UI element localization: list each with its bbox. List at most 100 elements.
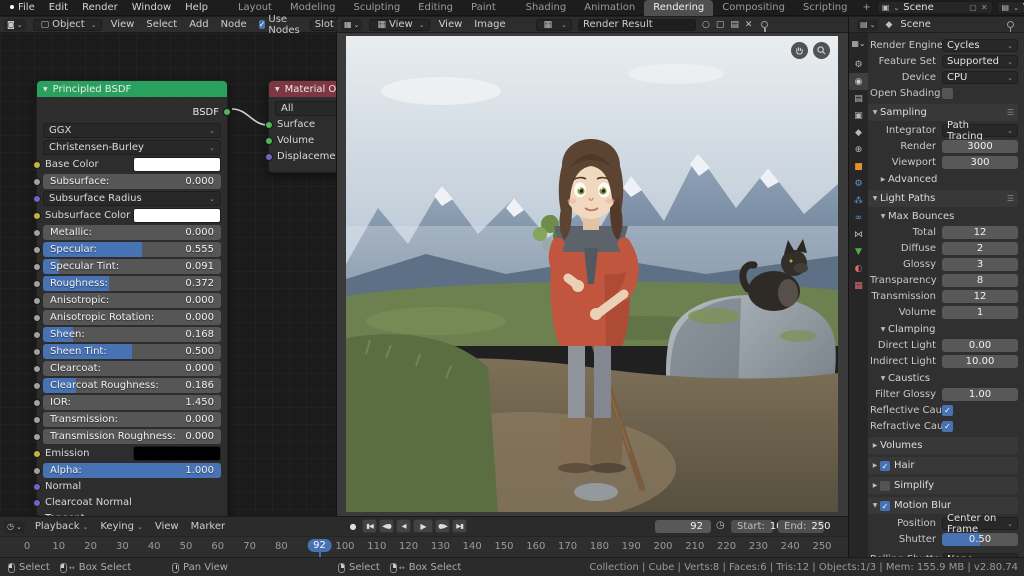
param-slider[interactable]: Clearcoat:0.000 xyxy=(43,361,221,376)
node-param-subsurface-color[interactable]: Subsurface Color xyxy=(43,208,221,223)
workspace-tab-scripting[interactable]: Scripting xyxy=(794,0,856,16)
properties-tab-physics[interactable]: ∞ xyxy=(849,209,868,226)
node-param-metallic[interactable]: Metallic:0.000 xyxy=(43,225,221,240)
scene-selector[interactable]: ▣ ⌄ Scene ▢ ✕ xyxy=(877,1,993,14)
param-slider[interactable]: Transmission:0.000 xyxy=(43,412,221,427)
menu-marker[interactable]: Marker xyxy=(185,521,232,532)
properties-tab-object-data[interactable]: ▼ xyxy=(849,243,868,260)
input-socket[interactable] xyxy=(33,195,41,203)
input-socket[interactable] xyxy=(33,212,41,220)
zoom-button[interactable] xyxy=(813,42,830,59)
properties-tab-tool[interactable]: ⚙ xyxy=(849,56,868,73)
checkbox-reflective-caustics[interactable]: ✓ xyxy=(942,405,953,416)
param-dropdown[interactable]: Subsurface Radius⌄ xyxy=(43,191,221,206)
next-keyframe-button[interactable]: ●▶ xyxy=(435,519,450,533)
properties-editor-type-button[interactable]: ▦⌄ xyxy=(849,35,868,52)
node-param-clearcoat-normal[interactable]: Clearcoat Normal xyxy=(43,496,221,509)
properties-tab-particles[interactable]: ⁂ xyxy=(849,192,868,209)
param-slider[interactable]: Sheen Tint:0.500 xyxy=(43,344,221,359)
input-socket[interactable] xyxy=(33,382,41,390)
node-param-ggx[interactable]: GGX⌄ xyxy=(43,123,221,138)
panel-light-paths[interactable]: ▼Light Paths☰ xyxy=(868,190,1018,207)
panel-volumes[interactable]: ▶Volumes xyxy=(868,437,1018,454)
checkbox-motion-blur[interactable]: ✓ xyxy=(880,501,890,511)
panel-simplify[interactable]: ▶Simplify xyxy=(868,477,1018,494)
new-scene-icon[interactable]: ▢ xyxy=(967,3,979,12)
node-param-specular[interactable]: Specular:0.555 xyxy=(43,242,221,257)
menu-playback[interactable]: Playback⌄ xyxy=(29,521,95,532)
node-param-anisotropic[interactable]: Anisotropic:0.000 xyxy=(43,293,221,308)
menu-help[interactable]: Help xyxy=(178,2,215,13)
input-socket[interactable] xyxy=(33,297,41,305)
node-param-clearcoat[interactable]: Clearcoat:0.000 xyxy=(43,361,221,376)
node-param-transmission[interactable]: Transmission:0.000 xyxy=(43,412,221,427)
editor-type-button[interactable]: ▦ ⌄ xyxy=(341,19,362,31)
workspace-tab-compositing[interactable]: Compositing xyxy=(713,0,794,16)
frame-end-field[interactable]: End: 250 xyxy=(778,520,824,533)
properties-tab-render[interactable]: ◉ xyxy=(849,73,868,90)
properties-tab-scene[interactable]: ◆ xyxy=(849,124,868,141)
panel-hair[interactable]: ▶✓Hair xyxy=(868,457,1018,474)
input-socket[interactable] xyxy=(33,499,41,507)
properties-tab-object[interactable]: ■ xyxy=(849,158,868,175)
record-button[interactable]: ● xyxy=(345,519,360,533)
properties-tab-texture[interactable]: ▦ xyxy=(849,277,868,294)
param-slider[interactable]: Roughness:0.372 xyxy=(43,276,221,291)
add-workspace-button[interactable]: + xyxy=(856,0,876,15)
collapse-triangle-icon[interactable]: ▼ xyxy=(275,86,280,93)
workspace-tab-shading[interactable]: Shading xyxy=(517,0,576,16)
properties-tab-view-layer[interactable]: ▣ xyxy=(849,107,868,124)
input-socket[interactable] xyxy=(33,246,41,254)
param-slider[interactable]: Alpha:1.000 xyxy=(43,463,221,478)
input-socket[interactable] xyxy=(33,348,41,356)
properties-tab-material[interactable]: ◐ xyxy=(849,260,868,277)
jump-to-start-button[interactable]: ▮◀ xyxy=(362,519,377,533)
view-layer-selector[interactable]: ▤ ⌄ View Layer ▢ ✕ xyxy=(997,1,1024,14)
panel-clamping[interactable]: ▼Clamping xyxy=(878,322,1018,337)
new-image-icon[interactable]: ▢ xyxy=(713,20,728,30)
node-param-ior[interactable]: IOR:1.450 xyxy=(43,395,221,410)
prop-field[interactable]: 3000 xyxy=(942,140,1018,153)
menu-window[interactable]: Window xyxy=(125,2,178,13)
prop-field[interactable]: 1.00 xyxy=(942,388,1018,401)
node-param-roughness[interactable]: Roughness:0.372 xyxy=(43,276,221,291)
menu-select[interactable]: Select xyxy=(140,19,183,30)
checkbox-open-shading-language[interactable] xyxy=(942,88,953,99)
menu-edit[interactable]: Edit xyxy=(42,2,75,13)
menu-image[interactable]: Image xyxy=(468,19,511,30)
clock-icon[interactable]: ◷ xyxy=(716,520,725,531)
output-input-surface[interactable]: Surface xyxy=(275,118,337,131)
input-socket[interactable] xyxy=(33,178,41,186)
node-header[interactable]: ▼ Material Output xyxy=(269,81,337,97)
workspace-tab-uv-editing[interactable]: UV Editing xyxy=(409,0,462,16)
param-slider[interactable]: Subsurface:0.000 xyxy=(43,174,221,189)
prop-field[interactable]: 10.00 xyxy=(942,355,1018,368)
param-slider[interactable]: Specular:0.555 xyxy=(43,242,221,257)
pin-icon[interactable] xyxy=(1007,21,1014,28)
input-socket[interactable] xyxy=(265,121,273,129)
image-name-field[interactable]: Render Result xyxy=(578,19,696,31)
node-param-christensen-burley[interactable]: Christensen-Burley⌄ xyxy=(43,140,221,155)
prop-dropdown[interactable]: Path Tracing⌄ xyxy=(942,124,1018,137)
input-socket[interactable] xyxy=(33,399,41,407)
workspace-tab-texture-paint[interactable]: Texture Paint xyxy=(462,0,517,16)
properties-tab-constraints[interactable]: ⋈ xyxy=(849,226,868,243)
node-header[interactable]: ▼ Principled BSDF xyxy=(37,81,227,97)
prop-dropdown[interactable]: Supported⌄ xyxy=(942,55,1018,68)
prop-field[interactable]: 8 xyxy=(942,274,1018,287)
node-param-anisotropic-rotation[interactable]: Anisotropic Rotation:0.000 xyxy=(43,310,221,325)
input-socket[interactable] xyxy=(33,314,41,322)
panel-advanced[interactable]: ▶Advanced xyxy=(878,172,1018,187)
input-socket[interactable] xyxy=(265,137,273,145)
shader-mode-dropdown[interactable]: ▢ Object ⌄ xyxy=(33,19,102,31)
timeline-ruler[interactable]: 0102030405060708010011012013014015016017… xyxy=(0,537,848,557)
prop-field[interactable]: 2 xyxy=(942,242,1018,255)
properties-tab-output[interactable]: ▤ xyxy=(849,90,868,107)
param-slider[interactable]: Anisotropic:0.000 xyxy=(43,293,221,308)
prop-dropdown[interactable]: Cycles⌄ xyxy=(942,39,1018,52)
input-socket[interactable] xyxy=(33,365,41,373)
presets-icon[interactable]: ☰ xyxy=(1007,194,1018,203)
input-socket[interactable] xyxy=(33,229,41,237)
input-socket[interactable] xyxy=(33,263,41,271)
material-output-node[interactable]: ▼ Material Output All SurfaceVolumeDispl… xyxy=(268,80,337,173)
